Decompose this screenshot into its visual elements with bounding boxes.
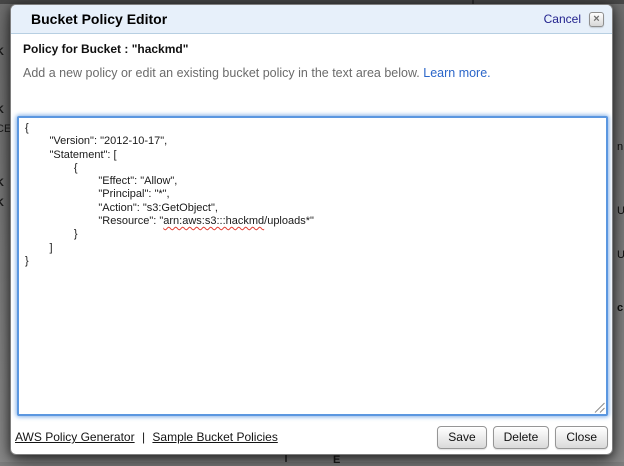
background-text-fragment: U: [617, 250, 624, 261]
background-text-fragment: K: [0, 198, 4, 209]
bucket-policy-editor-dialog: Bucket Policy Editor Cancel × Policy for…: [10, 4, 613, 455]
policy-textarea[interactable]: { "Version": "2012-10-17", "Statement": …: [17, 116, 608, 416]
background-text-fragment: n: [617, 142, 623, 153]
background-text-fragment: E: [333, 455, 340, 466]
background-text-fragment: U: [617, 206, 624, 217]
dialog-title: Bucket Policy Editor: [31, 11, 167, 27]
dialog-header: Bucket Policy Editor Cancel ×: [11, 5, 612, 34]
cancel-link[interactable]: Cancel: [544, 12, 581, 26]
background-text-fragment: K: [0, 178, 4, 189]
background-text-fragment: K: [0, 105, 4, 116]
close-icon: ×: [593, 14, 599, 25]
footer-buttons: Save Delete Close: [437, 426, 608, 449]
delete-button[interactable]: Delete: [493, 426, 550, 449]
close-dialog-button[interactable]: Close: [555, 426, 608, 449]
description-body: Add a new policy or edit an existing buc…: [23, 66, 420, 80]
sample-bucket-policies-link[interactable]: Sample Bucket Policies: [152, 430, 277, 444]
footer-links: AWS Policy Generator | Sample Bucket Pol…: [15, 430, 278, 444]
background-divider: [285, 454, 287, 462]
description-text: Add a new policy or edit an existing buc…: [23, 66, 600, 80]
dialog-footer: AWS Policy Generator | Sample Bucket Pol…: [15, 425, 608, 449]
link-separator: |: [142, 430, 145, 444]
policy-for-bucket-heading: Policy for Bucket : "hackmd": [23, 42, 600, 56]
policy-text: { "Version": "2012-10-17", "Statement": …: [19, 118, 606, 272]
background-text-fragment: c: [617, 303, 623, 314]
resize-handle-icon[interactable]: [594, 402, 605, 413]
aws-policy-generator-link[interactable]: AWS Policy Generator: [15, 430, 135, 444]
background-text-fragment: K: [0, 47, 4, 58]
close-button[interactable]: ×: [589, 12, 604, 27]
save-button[interactable]: Save: [437, 426, 486, 449]
spellcheck-underline: arn:aws:s3:::hackmd: [163, 215, 264, 227]
learn-more-link[interactable]: Learn more.: [423, 66, 490, 80]
